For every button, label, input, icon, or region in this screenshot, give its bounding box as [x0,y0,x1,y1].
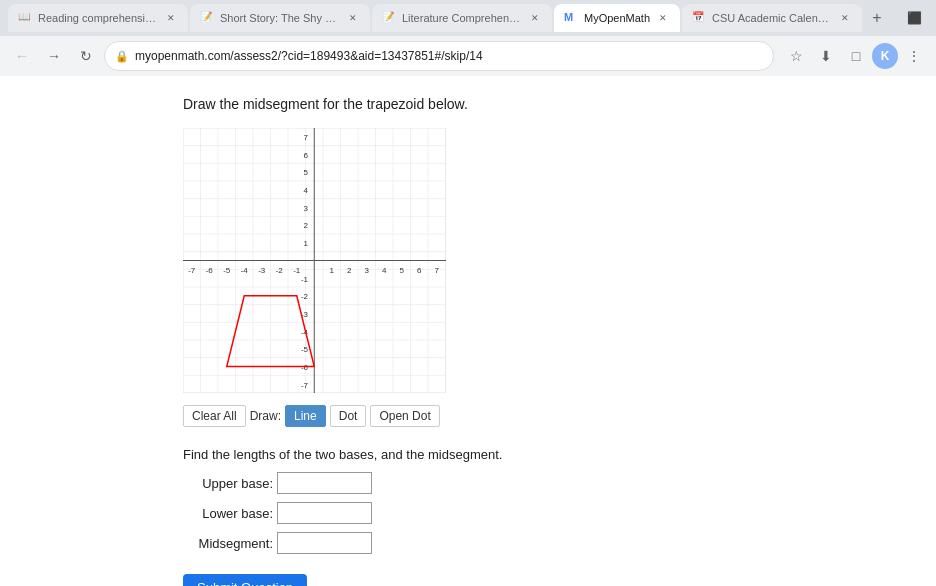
tab-label-shortstory: Short Story: The Shy Soccer S... [220,12,340,24]
tab-label-literature: Literature Comprehension Sh... [402,12,522,24]
menu-button[interactable]: ⋮ [900,42,928,70]
tab-myopenmath[interactable]: M MyOpenMath ✕ [554,4,680,32]
svg-text:4: 4 [382,266,387,275]
tab-close-shortstory[interactable]: ✕ [346,11,360,25]
toolbar-icons: ☆ ⬇ □ K ⋮ [782,42,928,70]
svg-text:1: 1 [304,239,309,248]
svg-text:-3: -3 [258,266,266,275]
svg-text:2: 2 [304,221,309,230]
svg-text:-6: -6 [206,266,214,275]
reload-icon: ↻ [80,48,92,64]
page-content: Draw the midsegment for the trapezoid be… [153,76,783,586]
midsegment-row: Midsegment: [183,532,753,554]
svg-text:5: 5 [304,168,309,177]
dot-button[interactable]: Dot [330,405,367,427]
svg-text:7: 7 [435,266,440,275]
svg-text:-2: -2 [301,292,309,301]
svg-text:-5: -5 [223,266,231,275]
tab-label-reading: Reading comprehension stori... [38,12,158,24]
svg-text:3: 3 [365,266,370,275]
submit-button[interactable]: Submit Question [183,574,307,586]
draw-label: Draw: [250,409,281,423]
tab-favicon-reading: 📖 [18,11,32,25]
svg-text:2: 2 [347,266,352,275]
download-button[interactable]: ⬇ [812,42,840,70]
tab-csu[interactable]: 📅 CSU Academic Calendar to g... ✕ [682,4,862,32]
question-title: Draw the midsegment for the trapezoid be… [183,96,753,112]
tab-favicon-myopenmath: M [564,11,578,25]
forward-icon: → [47,48,61,64]
tab-label-myopenmath: MyOpenMath [584,12,650,24]
svg-text:1: 1 [330,266,335,275]
svg-text:6: 6 [304,151,309,160]
url-display: myopenmath.com/assess2/?cid=189493&aid=1… [135,49,763,63]
svg-text:-4: -4 [241,266,249,275]
back-button[interactable]: ← [8,42,36,70]
midsegment-label: Midsegment: [183,536,273,551]
tab-favicon-literature: 📝 [382,11,396,25]
tab-close-myopenmath[interactable]: ✕ [656,11,670,25]
browser-chrome: 📖 Reading comprehension stori... ✕ 📝 Sho… [0,0,936,76]
draw-toolbar: Clear All Draw: Line Dot Open Dot [183,405,753,427]
lower-base-label: Lower base: [183,506,273,521]
midsegment-input[interactable] [277,532,372,554]
svg-text:-2: -2 [276,266,284,275]
back-icon: ← [15,48,29,64]
svg-text:-7: -7 [188,266,196,275]
svg-text:4: 4 [304,186,309,195]
browser-controls: ← → ↻ 🔒 myopenmath.com/assess2/?cid=1894… [0,36,936,76]
form-section: Find the lengths of the two bases, and t… [183,447,753,586]
svg-text:6: 6 [417,266,422,275]
upper-base-row: Upper base: [183,472,753,494]
tab-bar: 📖 Reading comprehension stori... ✕ 📝 Sho… [0,0,936,36]
new-tab-button[interactable]: + [864,5,890,31]
svg-text:-5: -5 [301,345,309,354]
form-title: Find the lengths of the two bases, and t… [183,447,753,462]
window-minimize[interactable]: ⬛ [900,4,928,32]
address-bar[interactable]: 🔒 myopenmath.com/assess2/?cid=189493&aid… [104,41,774,71]
tab-literature[interactable]: 📝 Literature Comprehension Sh... ✕ [372,4,552,32]
tab-search-button[interactable]: □ [842,42,870,70]
forward-button[interactable]: → [40,42,68,70]
upper-base-input[interactable] [277,472,372,494]
profile-button[interactable]: K [872,43,898,69]
open-dot-button[interactable]: Open Dot [370,405,439,427]
line-button[interactable]: Line [285,405,326,427]
svg-text:7: 7 [304,133,309,142]
svg-text:3: 3 [304,204,309,213]
svg-text:-1: -1 [293,266,301,275]
clear-all-button[interactable]: Clear All [183,405,246,427]
upper-base-label: Upper base: [183,476,273,491]
tab-favicon-csu: 📅 [692,11,706,25]
lower-base-input[interactable] [277,502,372,524]
lower-base-row: Lower base: [183,502,753,524]
graph-container: -7 -6 -5 -4 -3 -2 -1 1 2 3 4 5 6 7 7 6 5 [183,128,446,393]
coordinate-graph: -7 -6 -5 -4 -3 -2 -1 1 2 3 4 5 6 7 7 6 5 [183,128,446,393]
tab-label-csu: CSU Academic Calendar to g... [712,12,832,24]
reload-button[interactable]: ↻ [72,42,100,70]
svg-text:-7: -7 [301,381,309,390]
profile-initial: K [881,49,890,63]
svg-text:-6: -6 [301,363,309,372]
lock-icon: 🔒 [115,50,129,63]
bookmark-star-button[interactable]: ☆ [782,42,810,70]
tab-close-literature[interactable]: ✕ [528,11,542,25]
tab-shortstory[interactable]: 📝 Short Story: The Shy Soccer S... ✕ [190,4,370,32]
tab-close-reading[interactable]: ✕ [164,11,178,25]
svg-text:5: 5 [400,266,405,275]
tab-favicon-shortstory: 📝 [200,11,214,25]
svg-text:-1: -1 [301,275,309,284]
tab-close-csu[interactable]: ✕ [838,11,852,25]
tab-reading[interactable]: 📖 Reading comprehension stori... ✕ [8,4,188,32]
